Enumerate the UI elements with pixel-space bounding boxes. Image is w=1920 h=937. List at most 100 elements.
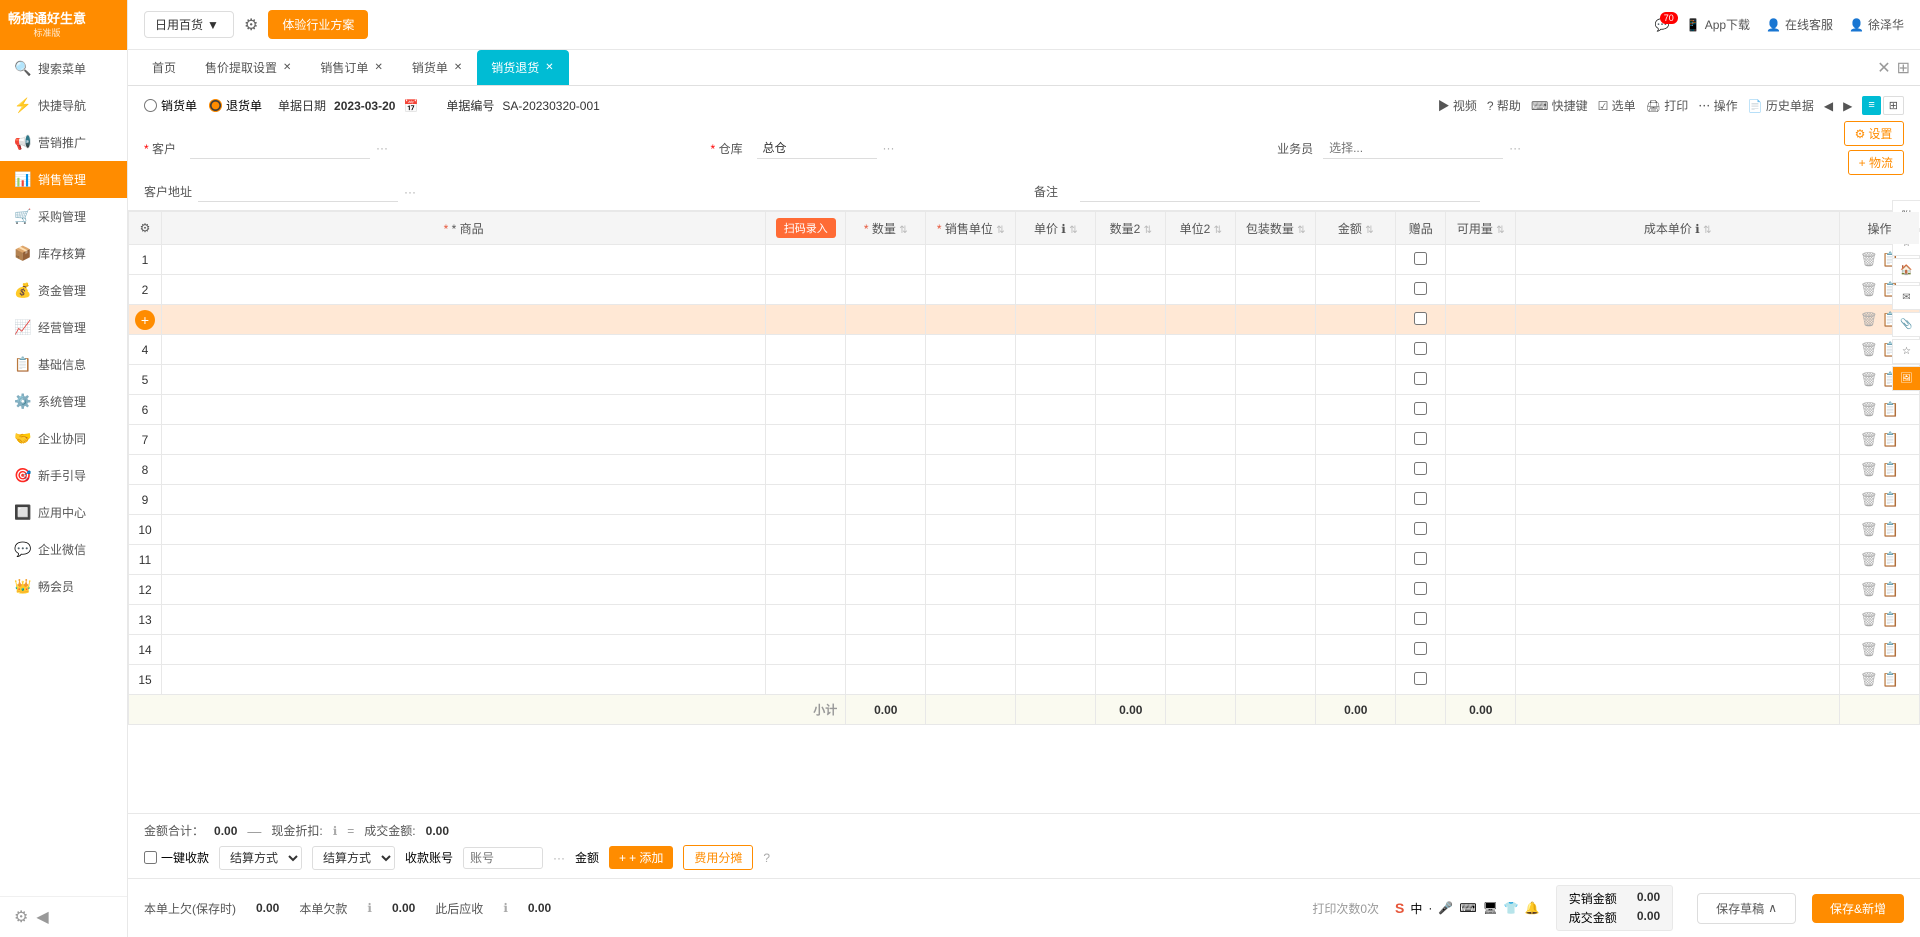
cost-cell-9[interactable] [1516, 485, 1840, 515]
available-cell-15[interactable] [1446, 665, 1516, 695]
gift-checkbox-3[interactable] [1414, 312, 1427, 325]
add-row-btn[interactable]: + [135, 310, 155, 330]
unit2-cell-7[interactable] [1166, 425, 1236, 455]
gift-checkbox-5[interactable] [1414, 372, 1427, 385]
pkg-sort-icon[interactable]: ⇅ [1297, 225, 1305, 236]
product-cell-14[interactable] [162, 635, 766, 665]
gift-checkbox-8[interactable] [1414, 462, 1427, 475]
copy-icon-8[interactable]: 📋 [1882, 461, 1899, 478]
qty2-cell-6[interactable] [1096, 395, 1166, 425]
qty-cell-8[interactable] [846, 455, 926, 485]
product-cell-4[interactable] [162, 335, 766, 365]
one-click-pay-label[interactable]: 一键收款 [144, 849, 209, 866]
unit2-cell-12[interactable] [1166, 575, 1236, 605]
cost-cell-7[interactable] [1516, 425, 1840, 455]
product-cell-6[interactable] [162, 395, 766, 425]
copy-icon-15[interactable]: 📋 [1882, 671, 1899, 688]
gift-cell-8[interactable] [1396, 455, 1446, 485]
product-cell-11[interactable] [162, 545, 766, 575]
cost-cell-1[interactable] [1516, 245, 1840, 275]
delete-icon-3[interactable]: 🗑 [1860, 311, 1878, 328]
unit2-cell-10[interactable] [1166, 515, 1236, 545]
unit2-cell-15[interactable] [1166, 665, 1236, 695]
amount-cell-12[interactable] [1316, 575, 1396, 605]
salesperson-dots[interactable]: ··· [1509, 141, 1521, 155]
customer-dots[interactable]: ··· [376, 141, 388, 155]
product-cell-10[interactable] [162, 515, 766, 545]
qty-cell-5[interactable] [846, 365, 926, 395]
price-cell-3[interactable] [1016, 305, 1096, 335]
price-cell-6[interactable] [1016, 395, 1096, 425]
amount-cell-9[interactable] [1316, 485, 1396, 515]
unit2-sort-icon[interactable]: ⇅ [1214, 225, 1222, 236]
sidebar-item-marketing[interactable]: 📢 营销推广 [0, 124, 127, 161]
qty2-sort-icon[interactable]: ⇅ [1144, 225, 1152, 236]
product-cell-1[interactable] [162, 245, 766, 275]
qty-cell-12[interactable] [846, 575, 926, 605]
delete-icon-8[interactable]: 🗑 [1860, 461, 1878, 478]
pkg-cell-11[interactable] [1236, 545, 1316, 575]
unit2-cell-13[interactable] [1166, 605, 1236, 635]
delete-icon-2[interactable]: 🗑 [1860, 281, 1878, 298]
scan-btn[interactable]: 扫码录入 [776, 218, 836, 238]
qty2-cell-10[interactable] [1096, 515, 1166, 545]
qty2-cell-1[interactable] [1096, 245, 1166, 275]
copy-icon-14[interactable]: 📋 [1882, 641, 1899, 658]
unit-cell-5[interactable] [926, 365, 1016, 395]
settings-btn[interactable]: ⚙ 设置 [1844, 121, 1904, 146]
qty-cell-4[interactable] [846, 335, 926, 365]
delete-icon-14[interactable]: 🗑 [1860, 641, 1878, 658]
delete-icon-5[interactable]: 🗑 [1860, 371, 1878, 388]
unit-cell-4[interactable] [926, 335, 1016, 365]
qty-cell-13[interactable] [846, 605, 926, 635]
warehouse-dots[interactable]: ··· [883, 141, 895, 155]
gift-checkbox-2[interactable] [1414, 282, 1427, 295]
qty-cell-7[interactable] [846, 425, 926, 455]
product-cell-3[interactable] [162, 305, 766, 335]
qty-cell-2[interactable] [846, 275, 926, 305]
qty2-cell-2[interactable] [1096, 275, 1166, 305]
sidebar-item-wechat[interactable]: 💬 企业微信 [0, 531, 127, 568]
sidebar-item-operations[interactable]: 📈 经营管理 [0, 309, 127, 346]
price-cell-7[interactable] [1016, 425, 1096, 455]
unit-cell-3[interactable] [926, 305, 1016, 335]
help-btn-icon[interactable]: ? [763, 851, 770, 865]
unit-cell-9[interactable] [926, 485, 1016, 515]
sidebar-item-basic[interactable]: 📋 基础信息 [0, 346, 127, 383]
pkg-cell-8[interactable] [1236, 455, 1316, 485]
price-sort-icon[interactable]: ⇅ [1069, 225, 1077, 236]
delete-icon-7[interactable]: 🗑 [1860, 431, 1878, 448]
pkg-cell-1[interactable] [1236, 245, 1316, 275]
close-all-icon[interactable]: ✕ [1877, 58, 1890, 78]
salesperson-input[interactable] [1323, 138, 1503, 159]
unit2-cell-3[interactable] [1166, 305, 1236, 335]
gift-checkbox-12[interactable] [1414, 582, 1427, 595]
unit-cell-15[interactable] [926, 665, 1016, 695]
sidebar-item-inventory[interactable]: 📦 库存核算 [0, 235, 127, 272]
warehouse-input[interactable] [757, 138, 877, 159]
tab-sales-return[interactable]: 销货退货 ✕ [477, 50, 568, 85]
message-icon-btn[interactable]: 💬 70 [1655, 18, 1670, 32]
gift-checkbox-10[interactable] [1414, 522, 1427, 535]
next-icon[interactable]: ▶ [1843, 99, 1852, 113]
unit2-cell-14[interactable] [1166, 635, 1236, 665]
gift-cell-9[interactable] [1396, 485, 1446, 515]
amount-dots[interactable]: ··· [553, 851, 565, 865]
pkg-cell-15[interactable] [1236, 665, 1316, 695]
qty2-cell-3[interactable] [1096, 305, 1166, 335]
amount-cell-2[interactable] [1316, 275, 1396, 305]
gift-checkbox-13[interactable] [1414, 612, 1427, 625]
qty2-cell-9[interactable] [1096, 485, 1166, 515]
unit-cell-10[interactable] [926, 515, 1016, 545]
cost-cell-8[interactable] [1516, 455, 1840, 485]
app-download-btn[interactable]: 📱 App下载 [1686, 16, 1750, 33]
pkg-cell-4[interactable] [1236, 335, 1316, 365]
qty-cell-6[interactable] [846, 395, 926, 425]
unit2-cell-4[interactable] [1166, 335, 1236, 365]
rq-mail[interactable]: ✉ [1892, 285, 1920, 310]
sidebar-item-enterprise[interactable]: 🤝 企业协同 [0, 420, 127, 457]
qty-cell-1[interactable] [846, 245, 926, 275]
tab-sales-order[interactable]: 销售订单 ✕ [306, 50, 397, 85]
delete-icon-11[interactable]: 🗑 [1860, 551, 1878, 568]
pkg-cell-14[interactable] [1236, 635, 1316, 665]
